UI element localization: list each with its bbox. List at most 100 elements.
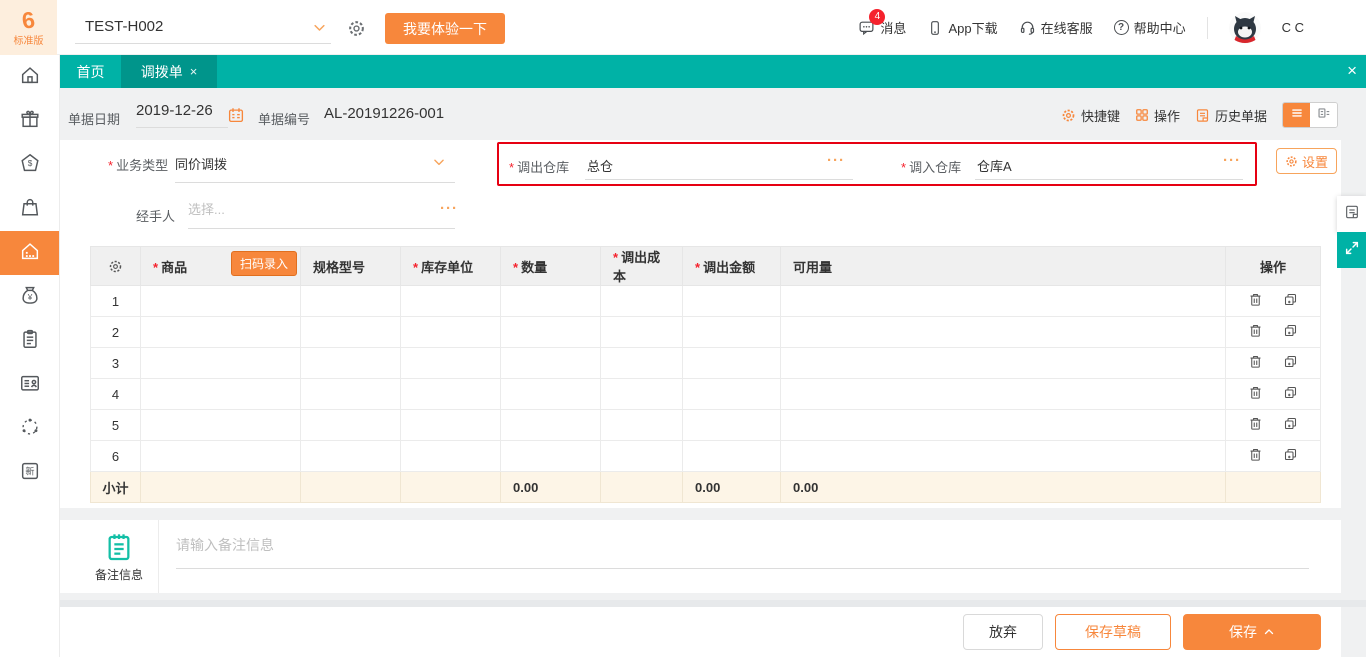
cell-cost[interactable] [600,378,683,410]
cell-product[interactable] [140,347,301,379]
company-select[interactable]: TEST-H002 [75,11,331,44]
sidebar-item-orders[interactable] [0,319,59,363]
cell-spec[interactable] [300,347,401,379]
cell-unit[interactable] [400,440,501,472]
handler-picker-icon[interactable]: ··· [440,200,458,217]
sidebar-item-gift[interactable] [0,99,59,143]
copy-row-icon[interactable] [1283,293,1298,310]
cell-unit[interactable] [400,285,501,317]
out-warehouse-picker-icon[interactable]: ··· [827,152,845,169]
cell-product[interactable] [140,409,301,441]
help-center-item[interactable]: ? 帮助中心 [1113,18,1186,37]
cell-qty[interactable] [500,440,601,472]
in-warehouse-picker-icon[interactable]: ··· [1223,152,1241,169]
out-warehouse-value[interactable]: 总仓 [587,156,613,175]
cell-qty[interactable] [500,316,601,348]
sidebar-item-sales[interactable]: $ [0,143,59,187]
handler-field[interactable] [188,201,438,219]
sidebar-item-contacts[interactable] [0,363,59,407]
cell-cost[interactable] [600,316,683,348]
cell-cost[interactable] [600,409,683,441]
cell-amount[interactable] [682,285,781,317]
cell-qty[interactable] [500,347,601,379]
cell-spec[interactable] [300,378,401,410]
cell-product[interactable] [140,316,301,348]
cell-spec[interactable] [300,409,401,441]
business-type-value[interactable]: 同价调拨 [175,154,227,173]
save-draft-button[interactable]: 保存草稿 [1055,614,1171,650]
cell-qty[interactable] [500,378,601,410]
cell-spec[interactable] [300,440,401,472]
cell-amount[interactable] [682,347,781,379]
copy-row-icon[interactable] [1283,355,1298,372]
online-service-item[interactable]: 在线客服 [1019,18,1093,37]
cell-qty[interactable] [500,285,601,317]
history-button[interactable]: 历史单据 [1195,106,1267,125]
tab-close-icon[interactable]: × [190,64,198,79]
in-warehouse-value[interactable]: 仓库A [977,156,1012,175]
fullscreen-float-button[interactable] [1337,232,1366,268]
cell-cost[interactable] [600,347,683,379]
copy-row-icon[interactable] [1283,448,1298,465]
cell-product[interactable] [140,378,301,410]
expand-icon [1344,240,1360,261]
scan-entry-button[interactable]: 扫码录入 [230,251,297,276]
copy-row-icon[interactable] [1283,324,1298,341]
cell-product[interactable] [140,285,301,317]
sidebar-item-purchase[interactable] [0,187,59,231]
remark-input[interactable] [176,537,1306,553]
shortcuts-button[interactable]: 快捷键 [1061,106,1120,125]
cell-unit[interactable] [400,316,501,348]
header-gear-icon[interactable] [347,19,366,43]
cell-amount[interactable] [682,440,781,472]
remark-field[interactable] [176,537,1306,555]
cell-unit[interactable] [400,347,501,379]
sidebar-item-inventory[interactable] [0,231,59,275]
avatar[interactable] [1228,11,1261,44]
delete-row-icon[interactable] [1248,417,1263,434]
cell-spec[interactable] [300,285,401,317]
cell-cost[interactable] [600,285,683,317]
column-settings-header[interactable] [90,246,141,286]
tab-home[interactable]: 首页 [60,55,121,88]
cell-cost[interactable] [600,440,683,472]
messages-item[interactable]: 4 消息 [858,9,906,37]
save-button[interactable]: 保存 [1183,614,1321,650]
delete-row-icon[interactable] [1248,448,1263,465]
tab-transfer-order[interactable]: 调拨单 × [121,55,217,88]
business-type-chevron-icon[interactable] [432,155,446,174]
sidebar-item-new[interactable]: 新 [0,451,59,495]
cell-spec[interactable] [300,316,401,348]
note-float-button[interactable] [1337,196,1366,232]
view-toggle-list[interactable] [1283,103,1310,127]
delete-row-icon[interactable] [1248,355,1263,372]
sidebar-item-network[interactable] [0,407,59,451]
cell-amount[interactable] [682,316,781,348]
cell-unit[interactable] [400,409,501,441]
cell-operation [1225,316,1321,348]
handler-input[interactable] [188,202,438,217]
sidebar-item-home[interactable] [0,55,59,99]
calendar-icon[interactable] [227,106,245,129]
experience-button[interactable]: 我要体验一下 [385,13,505,44]
actions-button[interactable]: 操作 [1135,106,1180,125]
delete-row-icon[interactable] [1248,324,1263,341]
copy-row-icon[interactable] [1283,417,1298,434]
app-download-item[interactable]: App下载 [927,18,998,37]
date-field[interactable]: 2019-12-26 [136,102,228,128]
cell-qty[interactable] [500,409,601,441]
view-toggle-form[interactable] [1310,103,1337,127]
settings-button[interactable]: 设置 [1276,148,1337,174]
tabbar-close-icon[interactable]: × [1347,61,1357,81]
delete-row-icon[interactable] [1248,386,1263,403]
logo-glyph: 6 [20,5,37,34]
copy-row-icon[interactable] [1283,386,1298,403]
cell-amount[interactable] [682,378,781,410]
cell-unit[interactable] [400,378,501,410]
user-name[interactable]: C C [1282,20,1304,35]
sidebar-item-funds[interactable]: ¥ [0,275,59,319]
cell-amount[interactable] [682,409,781,441]
delete-row-icon[interactable] [1248,293,1263,310]
cell-product[interactable] [140,440,301,472]
discard-button[interactable]: 放弃 [963,614,1043,650]
